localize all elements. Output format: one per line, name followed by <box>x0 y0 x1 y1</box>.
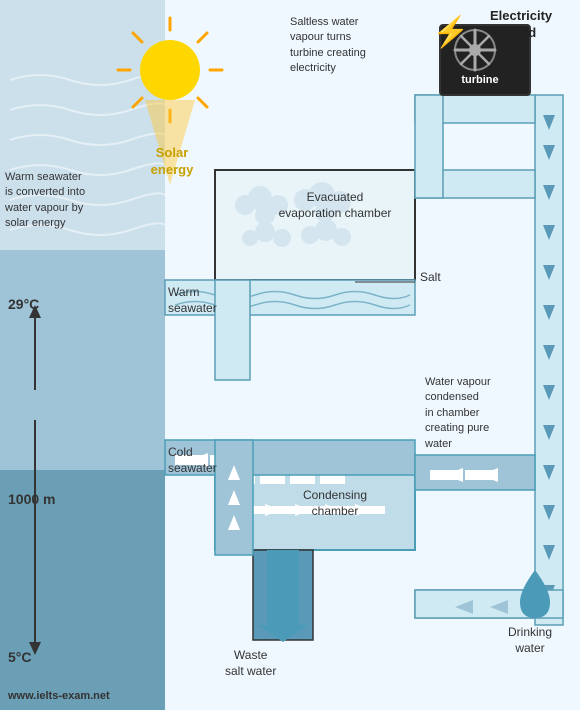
warm-seawater-label: Warmseawater <box>168 285 217 316</box>
cold-seawater-label: Coldseawater <box>168 445 217 476</box>
svg-text:⚡: ⚡ <box>432 14 469 50</box>
saltless-water-label: Saltless watervapour turnsturbine creati… <box>290 15 366 77</box>
website-label: www.ielts-exam.net <box>8 690 110 702</box>
warm-seawater-desc-label: Warm seawateris converted intowater vapo… <box>5 170 125 232</box>
depth-label: 1000 m <box>8 490 55 508</box>
salt-label: Salt <box>420 270 441 286</box>
water-vapour-condensed-label: Water vapourcondensedin chambercreating … <box>425 375 491 452</box>
electricity-created-label: Electricity created <box>490 8 580 42</box>
drinking-water-label: Drinkingwater <box>508 625 552 656</box>
condensing-chamber-label: Condensingchamber <box>255 488 415 519</box>
temp-29-label: 29°C <box>8 295 39 313</box>
solar-energy-label: Solarenergy <box>142 145 202 179</box>
evaporation-chamber-label: Evacuatedevaporation chamber <box>255 190 415 221</box>
svg-text:turbine: turbine <box>461 74 498 86</box>
temp-5-label: 5°C <box>8 648 32 666</box>
waste-salt-water-label: Wastesalt water <box>225 648 276 679</box>
